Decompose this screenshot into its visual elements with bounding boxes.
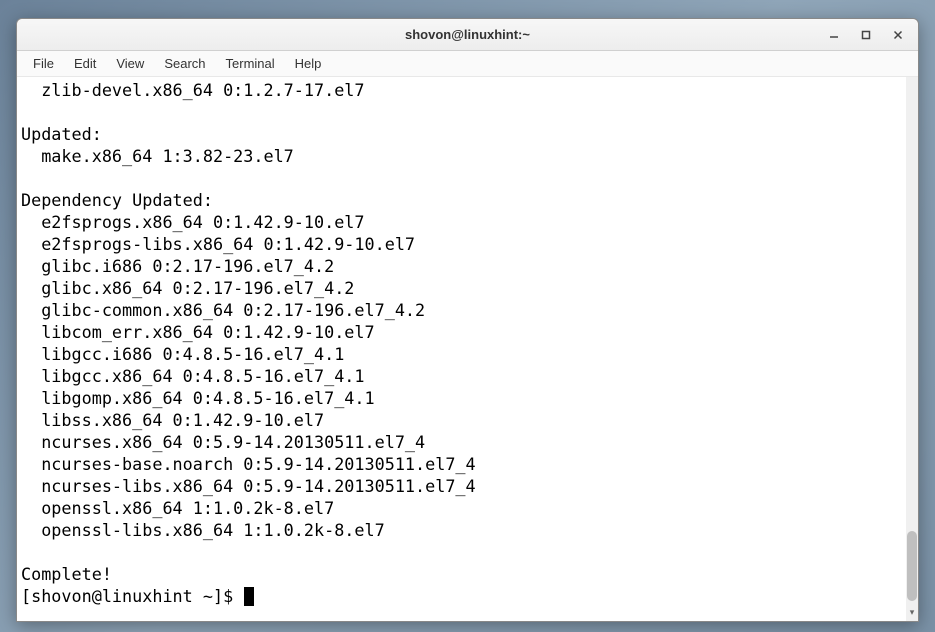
titlebar[interactable]: shovon@linuxhint:~ (17, 19, 918, 51)
terminal-line (21, 101, 914, 123)
scrollbar[interactable]: ▾ (906, 77, 918, 621)
terminal-prompt-line[interactable]: [shovon@linuxhint ~]$ (21, 585, 914, 607)
terminal-line: ncurses-base.noarch 0:5.9-14.20130511.el… (21, 453, 914, 475)
window-controls (818, 22, 914, 48)
terminal-line: libcom_err.x86_64 0:1.42.9-10.el7 (21, 321, 914, 343)
menu-file[interactable]: File (23, 53, 64, 74)
terminal-line: Dependency Updated: (21, 189, 914, 211)
minimize-button[interactable] (818, 22, 850, 48)
terminal-line: glibc-common.x86_64 0:2.17-196.el7_4.2 (21, 299, 914, 321)
terminal-line (21, 541, 914, 563)
terminal-line: glibc.i686 0:2.17-196.el7_4.2 (21, 255, 914, 277)
scroll-down-icon[interactable]: ▾ (906, 605, 918, 619)
terminal-line: libss.x86_64 0:1.42.9-10.el7 (21, 409, 914, 431)
terminal-line: libgomp.x86_64 0:4.8.5-16.el7_4.1 (21, 387, 914, 409)
terminal-output: zlib-devel.x86_64 0:1.2.7-17.el7 Updated… (17, 77, 918, 609)
close-button[interactable] (882, 22, 914, 48)
terminal-line: e2fsprogs-libs.x86_64 0:1.42.9-10.el7 (21, 233, 914, 255)
terminal-line: Updated: (21, 123, 914, 145)
menu-edit[interactable]: Edit (64, 53, 106, 74)
terminal-window: shovon@linuxhint:~ File Edit View Search… (16, 18, 919, 622)
terminal-line: libgcc.x86_64 0:4.8.5-16.el7_4.1 (21, 365, 914, 387)
menu-help[interactable]: Help (285, 53, 332, 74)
terminal-line: openssl-libs.x86_64 1:1.0.2k-8.el7 (21, 519, 914, 541)
menu-terminal[interactable]: Terminal (216, 53, 285, 74)
cursor (244, 587, 254, 606)
terminal-line: zlib-devel.x86_64 0:1.2.7-17.el7 (21, 79, 914, 101)
terminal-line: libgcc.i686 0:4.8.5-16.el7_4.1 (21, 343, 914, 365)
terminal-line: make.x86_64 1:3.82-23.el7 (21, 145, 914, 167)
terminal-line: glibc.x86_64 0:2.17-196.el7_4.2 (21, 277, 914, 299)
terminal-prompt: [shovon@linuxhint ~]$ (21, 585, 243, 607)
menubar: File Edit View Search Terminal Help (17, 51, 918, 77)
terminal-line (21, 167, 914, 189)
terminal-line: Complete! (21, 563, 914, 585)
maximize-button[interactable] (850, 22, 882, 48)
terminal-line: e2fsprogs.x86_64 0:1.42.9-10.el7 (21, 211, 914, 233)
menu-view[interactable]: View (106, 53, 154, 74)
scrollbar-thumb[interactable] (907, 531, 917, 601)
terminal-area[interactable]: zlib-devel.x86_64 0:1.2.7-17.el7 Updated… (17, 77, 918, 621)
menu-search[interactable]: Search (154, 53, 215, 74)
terminal-line: openssl.x86_64 1:1.0.2k-8.el7 (21, 497, 914, 519)
terminal-line: ncurses.x86_64 0:5.9-14.20130511.el7_4 (21, 431, 914, 453)
terminal-line: ncurses-libs.x86_64 0:5.9-14.20130511.el… (21, 475, 914, 497)
window-title: shovon@linuxhint:~ (17, 27, 918, 42)
